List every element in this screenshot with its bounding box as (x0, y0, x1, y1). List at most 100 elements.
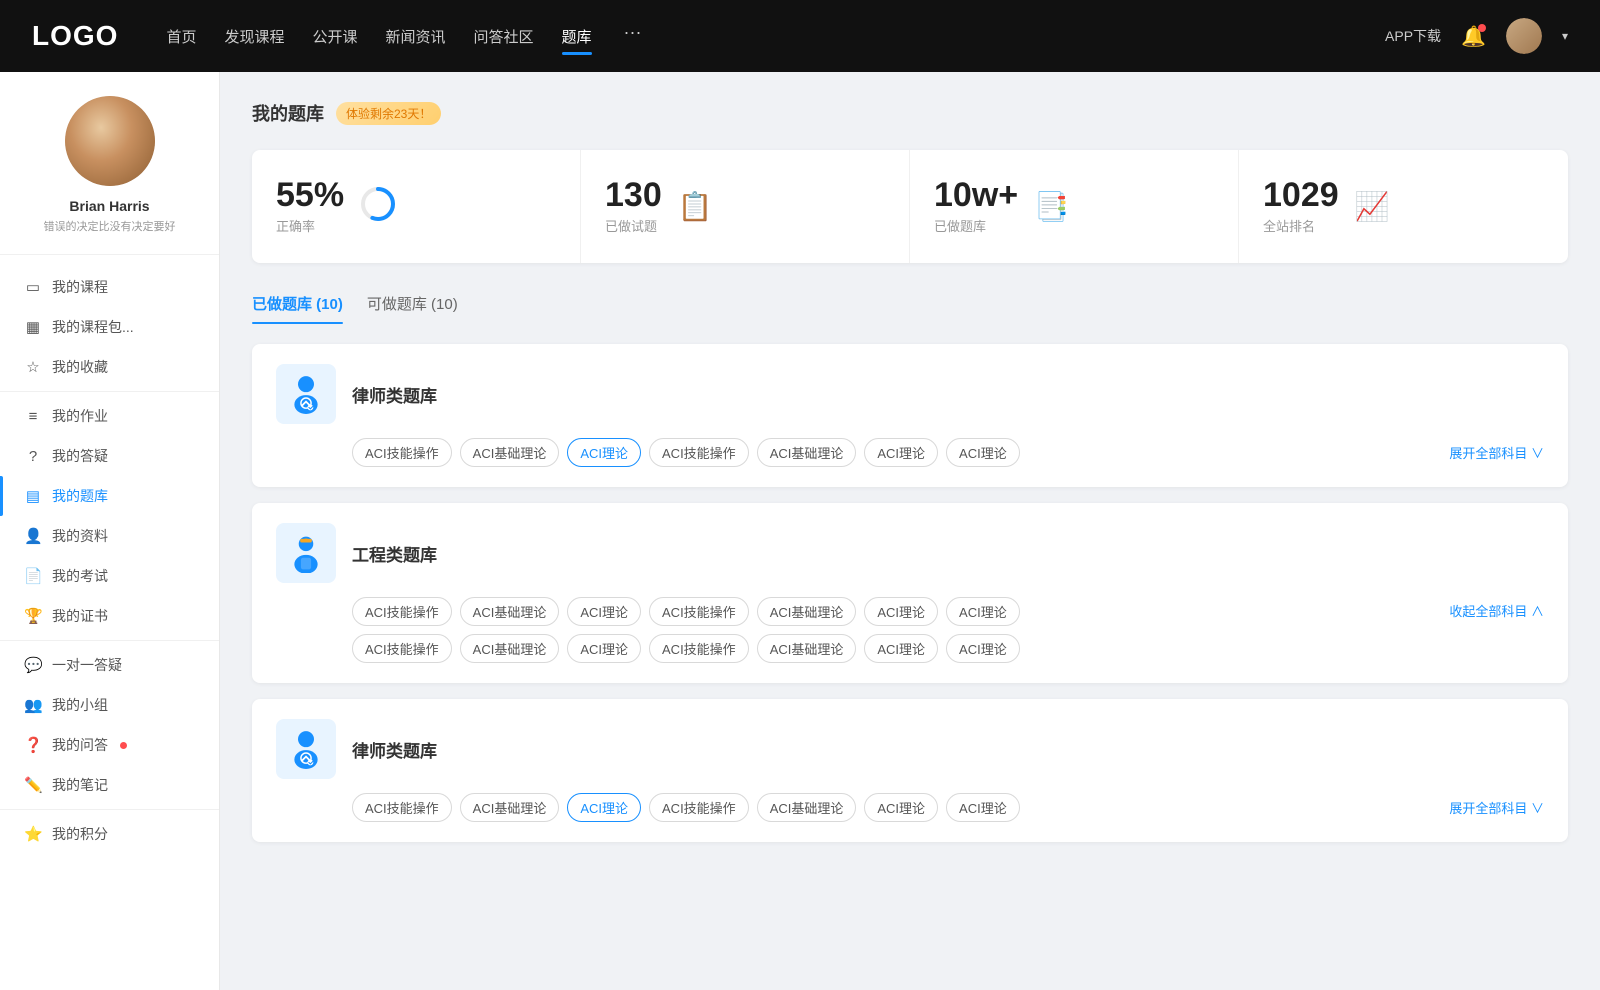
tags-row-1: ACI技能操作 ACI基础理论 ACI理论 ACI技能操作 ACI基础理论 AC… (352, 438, 1449, 467)
qbank-name-2: 工程类题库 (352, 541, 437, 566)
sidebar-item-exam[interactable]: 📄 我的考试 (0, 556, 219, 596)
qbank-name-1: 律师类题库 (352, 382, 437, 407)
nav-news[interactable]: 新闻资讯 (386, 22, 446, 51)
notification-dot (1478, 24, 1486, 32)
profile-icon: 👤 (24, 527, 42, 545)
tag-3-3[interactable]: ACI技能操作 (649, 793, 749, 822)
accuracy-label: 正确率 (276, 216, 344, 235)
tag-3-2[interactable]: ACI理论 (567, 793, 641, 822)
tag-2b-6[interactable]: ACI理论 (946, 634, 1020, 663)
tag-2b-4[interactable]: ACI基础理论 (757, 634, 857, 663)
tag-1-2[interactable]: ACI理论 (567, 438, 641, 467)
sidebar-label-1on1: 一对一答疑 (52, 655, 122, 675)
nav-open-course[interactable]: 公开课 (312, 22, 357, 51)
lawyer-icon-svg-1 (286, 374, 326, 414)
tag-2b-2[interactable]: ACI理论 (567, 634, 641, 663)
qbank-card-lawyer-1: 律师类题库 ACI技能操作 ACI基础理论 ACI理论 ACI技能操作 ACI基… (252, 344, 1568, 487)
tag-3-1[interactable]: ACI基础理论 (460, 793, 560, 822)
tag-2-0[interactable]: ACI技能操作 (352, 597, 452, 626)
accuracy-icon (360, 186, 396, 227)
stat-accuracy: 55% 正确率 (252, 150, 581, 263)
tags-row-2b: ACI技能操作 ACI基础理论 ACI理论 ACI技能操作 ACI基础理论 AC… (352, 634, 1449, 663)
sidebar-item-group[interactable]: 👥 我的小组 (0, 685, 219, 725)
tag-2-3[interactable]: ACI技能操作 (649, 597, 749, 626)
tag-1-3[interactable]: ACI技能操作 (649, 438, 749, 467)
tag-2b-3[interactable]: ACI技能操作 (649, 634, 749, 663)
user-avatar[interactable] (1506, 18, 1542, 54)
qbank-card-lawyer-3: 律师类题库 ACI技能操作 ACI基础理论 ACI理论 ACI技能操作 ACI基… (252, 699, 1568, 842)
nav-discover[interactable]: 发现课程 (224, 22, 284, 51)
sidebar-label-my-courses: 我的课程 (52, 277, 108, 297)
sidebar-label-homework: 我的作业 (52, 406, 108, 426)
sidebar-label-exam: 我的考试 (52, 566, 108, 586)
tags-container-1: ACI技能操作 ACI基础理论 ACI理论 ACI技能操作 ACI基础理论 AC… (276, 438, 1544, 467)
engineer-icon-wrap (276, 523, 336, 583)
group-icon: 👥 (24, 696, 42, 714)
nav-menu: 首页 发现课程 公开课 新闻资讯 问答社区 题库 ··· (166, 22, 1385, 51)
tag-1-4[interactable]: ACI基础理论 (757, 438, 857, 467)
sidebar-item-profile[interactable]: 👤 我的资料 (0, 516, 219, 556)
tab-available[interactable]: 可做题库 (10) (367, 283, 458, 324)
tab-done[interactable]: 已做题库 (10) (252, 283, 343, 324)
sidebar-item-favorites[interactable]: ☆ 我的收藏 (0, 347, 219, 387)
nav-qa[interactable]: 问答社区 (474, 22, 534, 51)
courses-icon: ▭ (24, 278, 42, 296)
lawyer-icon-wrap-1 (276, 364, 336, 424)
done-banks-value: 10w+ (934, 178, 1018, 212)
app-download[interactable]: APP下载 (1385, 26, 1441, 46)
sidebar-label-group: 我的小组 (52, 695, 108, 715)
nav-more[interactable]: ··· (624, 22, 642, 51)
notification-bell[interactable]: 🔔 (1461, 24, 1486, 49)
tag-2b-1[interactable]: ACI基础理论 (460, 634, 560, 663)
tag-2-6[interactable]: ACI理论 (946, 597, 1020, 626)
qbank-header-2: 工程类题库 (276, 523, 1544, 583)
sidebar-item-1on1[interactable]: 💬 一对一答疑 (0, 645, 219, 685)
tag-2-2[interactable]: ACI理论 (567, 597, 641, 626)
nav-questions[interactable]: 题库 (562, 22, 592, 51)
accuracy-value: 55% (276, 178, 344, 212)
ranking-label: 全站排名 (1263, 216, 1339, 235)
sidebar-label-points: 我的积分 (52, 824, 108, 844)
avatar-chevron[interactable]: ▾ (1562, 29, 1568, 43)
tag-2-4[interactable]: ACI基础理论 (757, 597, 857, 626)
stat-done-questions: 130 已做试题 📋 (581, 150, 910, 263)
sidebar-item-homework[interactable]: ≡ 我的作业 (0, 396, 219, 436)
tag-1-5[interactable]: ACI理论 (864, 438, 938, 467)
tag-1-6[interactable]: ACI理论 (946, 438, 1020, 467)
profile-name: Brian Harris (69, 198, 149, 214)
expand-btn-3[interactable]: 展开全部科目 ∨ (1449, 798, 1544, 817)
sidebar-item-notes[interactable]: ✏️ 我的笔记 (0, 765, 219, 805)
sidebar-item-question-bank[interactable]: ▤ 我的题库 (0, 476, 219, 516)
tag-3-0[interactable]: ACI技能操作 (352, 793, 452, 822)
profile-section: Brian Harris 错误的决定比没有决定要好 (0, 96, 219, 255)
certificate-icon: 🏆 (24, 607, 42, 625)
collapse-btn-2[interactable]: 收起全部科目 ∧ (1449, 601, 1544, 620)
tag-2b-5[interactable]: ACI理论 (864, 634, 938, 663)
sidebar-item-points[interactable]: ⭐ 我的积分 (0, 814, 219, 854)
lawyer-icon-svg-3 (286, 729, 326, 769)
expand-btn-1[interactable]: 展开全部科目 ∨ (1449, 443, 1544, 462)
tag-2-1[interactable]: ACI基础理论 (460, 597, 560, 626)
tags-container-3: ACI技能操作 ACI基础理论 ACI理论 ACI技能操作 ACI基础理论 AC… (276, 793, 1544, 822)
tag-3-5[interactable]: ACI理论 (864, 793, 938, 822)
sidebar-item-my-qa[interactable]: ❓ 我的问答 (0, 725, 219, 765)
tag-1-0[interactable]: ACI技能操作 (352, 438, 452, 467)
tag-3-6[interactable]: ACI理论 (946, 793, 1020, 822)
tag-2b-0[interactable]: ACI技能操作 (352, 634, 452, 663)
tag-1-1[interactable]: ACI基础理论 (460, 438, 560, 467)
divider-2 (0, 640, 219, 641)
tags-container-2: ACI技能操作 ACI基础理论 ACI理论 ACI技能操作 ACI基础理论 AC… (276, 597, 1544, 663)
logo[interactable]: LOGO (32, 20, 118, 52)
my-qa-icon: ❓ (24, 736, 42, 754)
profile-avatar (65, 96, 155, 186)
qbank-header-3: 律师类题库 (276, 719, 1544, 779)
tag-3-4[interactable]: ACI基础理论 (757, 793, 857, 822)
ranking-value: 1029 (1263, 178, 1339, 212)
sidebar-item-certificate[interactable]: 🏆 我的证书 (0, 596, 219, 636)
tag-2-5[interactable]: ACI理论 (864, 597, 938, 626)
sidebar-item-course-package[interactable]: ▦ 我的课程包... (0, 307, 219, 347)
nav-home[interactable]: 首页 (166, 22, 196, 51)
sidebar-item-my-courses[interactable]: ▭ 我的课程 (0, 267, 219, 307)
sidebar-item-qa[interactable]: ? 我的答疑 (0, 436, 219, 476)
favorites-icon: ☆ (24, 358, 42, 376)
